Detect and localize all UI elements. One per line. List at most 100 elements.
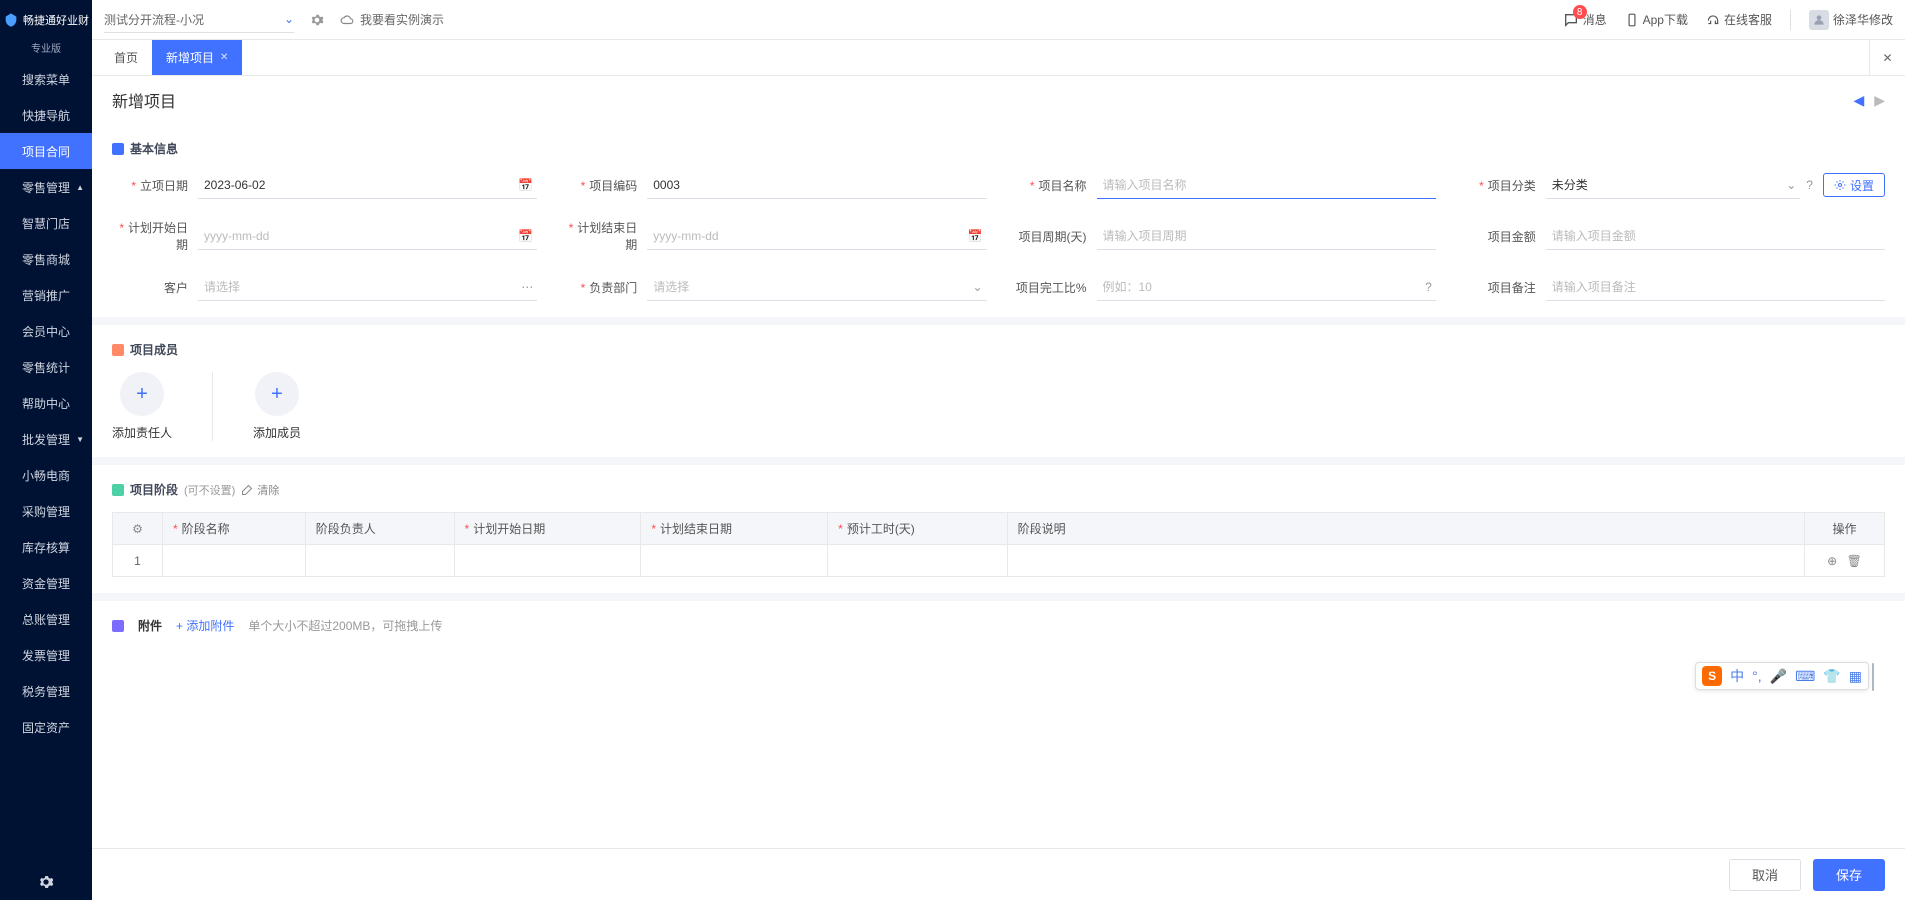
mobile-icon (1625, 13, 1639, 27)
account-selector[interactable]: 测试分开流程-小况 ⌄ (104, 7, 294, 33)
label-category: 项目分类 (1460, 177, 1546, 194)
tab-home[interactable]: 首页 (100, 40, 152, 75)
service-button[interactable]: 在线客服 (1706, 11, 1772, 28)
category-config-button[interactable]: 设置 (1823, 173, 1885, 197)
help-icon[interactable]: ? (1425, 280, 1432, 294)
add-attachment-button[interactable]: + 添加附件 (176, 617, 234, 634)
sidebar-item-asset[interactable]: 固定资产 (0, 709, 92, 745)
calendar-icon[interactable]: 📅 (968, 229, 983, 243)
input-date[interactable] (198, 171, 537, 199)
calendar-icon[interactable]: 📅 (518, 178, 533, 192)
sidebar-item-retail-stats[interactable]: 零售统计 (0, 349, 92, 385)
sidebar-item-retail[interactable]: 零售管理▲ (0, 169, 92, 205)
input-name[interactable] (1097, 171, 1436, 199)
sidebar-item-wholesale[interactable]: 批发管理▼ (0, 421, 92, 457)
next-record-button[interactable]: ▶ (1874, 92, 1885, 109)
section-stage: 项目阶段 (可不设置) 清除 ⚙ 阶段名称 阶段负责人 计划开始日期 (92, 457, 1905, 593)
gear-icon[interactable]: ⚙ (132, 522, 143, 536)
sidebar-item-marketing[interactable]: 营销推广 (0, 277, 92, 313)
sidebar-item-purchase[interactable]: 采购管理 (0, 493, 92, 529)
sidebar-item-tax[interactable]: 税务管理 (0, 673, 92, 709)
clear-stages-button[interactable]: 清除 (241, 482, 279, 498)
input-start[interactable] (198, 222, 537, 250)
page-header: 新增项目 ◀ ▶ (92, 76, 1905, 124)
demo-link[interactable]: 我要看实例演示 (340, 11, 444, 28)
section-icon (112, 344, 124, 356)
tab-new-project[interactable]: 新增项目 ✕ (152, 40, 242, 75)
gear-icon (38, 874, 54, 890)
msg-badge: 8 (1573, 5, 1587, 19)
ime-drag-handle[interactable] (1872, 663, 1874, 691)
ime-keyboard-icon[interactable]: ⌨ (1795, 668, 1815, 685)
avatar-icon (1809, 10, 1829, 30)
input-dept[interactable] (647, 273, 986, 301)
add-member-button[interactable]: + (255, 372, 299, 416)
sidebar-item-ecommerce[interactable]: 小畅电商 (0, 457, 92, 493)
sidebar-item-inventory[interactable]: 库存核算 (0, 529, 92, 565)
label-period: 项目周期(天) (1011, 228, 1097, 245)
sidebar-item-invoice[interactable]: 发票管理 (0, 637, 92, 673)
label-amount: 项目金额 (1460, 228, 1546, 245)
form-footer: 取消 保存 (92, 848, 1905, 900)
add-owner: + 添加责任人 (112, 372, 172, 441)
row-add-icon[interactable]: ⊕ (1827, 554, 1837, 568)
input-pct[interactable] (1097, 273, 1436, 301)
cloud-icon (340, 13, 354, 27)
ime-toolbar[interactable]: S 中 °, 🎤 ⌨ 👕 ▦ (1695, 662, 1869, 690)
ime-lang[interactable]: 中 (1730, 666, 1744, 686)
label-start: 计划开始日期 (112, 219, 198, 253)
brand-edition: 专业版 (0, 40, 92, 61)
section-members: 项目成员 + 添加责任人 + 添加成员 (92, 317, 1905, 457)
account-name: 测试分开流程-小况 (104, 11, 204, 28)
user-menu[interactable]: 徐泽华修改 (1809, 10, 1893, 30)
sidebar-settings[interactable] (0, 864, 92, 900)
input-code[interactable] (647, 171, 986, 199)
row-delete-icon[interactable]: 🗑 (1847, 554, 1862, 568)
sidebar-item-quicknav[interactable]: 快捷导航 (0, 97, 92, 133)
label-pct: 项目完工比% (1011, 279, 1097, 296)
chevron-down-icon[interactable]: ⌄ (972, 280, 982, 294)
sidebar-item-search[interactable]: 搜索菜单 (0, 61, 92, 97)
chevron-down-icon: ⌄ (284, 12, 294, 26)
headset-icon (1706, 13, 1720, 27)
sidebar-item-help[interactable]: 帮助中心 (0, 385, 92, 421)
help-icon[interactable]: ? (1806, 178, 1813, 192)
sidebar-item-fund[interactable]: 资金管理 (0, 565, 92, 601)
cancel-button[interactable]: 取消 (1729, 859, 1801, 891)
close-all-tabs[interactable]: ✕ (1869, 40, 1905, 75)
input-category[interactable] (1546, 171, 1801, 199)
sidebar-item-member[interactable]: 会员中心 (0, 313, 92, 349)
label-remark: 项目备注 (1460, 279, 1546, 296)
ime-voice-icon[interactable]: 🎤 (1770, 668, 1787, 685)
ime-skin-icon[interactable]: 👕 (1823, 668, 1840, 685)
app-download-button[interactable]: App下载 (1625, 11, 1688, 28)
table-row[interactable]: 1 ⊕ 🗑 (113, 545, 1885, 577)
messages-button[interactable]: 8 消息 (1563, 11, 1607, 28)
sidebar-item-retail-mall[interactable]: 零售商城 (0, 241, 92, 277)
eraser-icon (241, 484, 253, 496)
prev-record-button[interactable]: ◀ (1853, 92, 1864, 109)
input-end[interactable] (647, 222, 986, 250)
sidebar: 畅捷通好业财 专业版 搜索菜单 快捷导航 项目合同 零售管理▲ 智慧门店 零售商… (0, 0, 92, 900)
sidebar-item-smart-store[interactable]: 智慧门店 (0, 205, 92, 241)
input-period[interactable] (1097, 222, 1436, 250)
save-button[interactable]: 保存 (1813, 859, 1885, 891)
close-icon[interactable]: ✕ (220, 52, 228, 63)
tab-bar: 首页 新增项目 ✕ ✕ (92, 40, 1905, 76)
stage-table: ⚙ 阶段名称 阶段负责人 计划开始日期 计划结束日期 预计工时(天) 阶段说明 … (112, 512, 1885, 577)
add-owner-button[interactable]: + (120, 372, 164, 416)
calendar-icon[interactable]: 📅 (518, 229, 533, 243)
section-icon (112, 484, 124, 496)
ime-punct-icon[interactable]: °, (1752, 668, 1762, 684)
more-icon[interactable]: ⋯ (521, 280, 533, 294)
input-customer[interactable] (198, 273, 537, 301)
sidebar-item-ledger[interactable]: 总账管理 (0, 601, 92, 637)
form-body: 基本信息 立项日期 📅 项目编码 (92, 124, 1905, 900)
page-title: 新增项目 (112, 88, 176, 112)
chevron-down-icon[interactable]: ⌄ (1786, 178, 1796, 192)
sidebar-item-project-contract[interactable]: 项目合同 (0, 133, 92, 169)
input-remark[interactable] (1546, 273, 1885, 301)
input-amount[interactable] (1546, 222, 1885, 250)
account-settings-icon[interactable] (310, 13, 324, 27)
ime-menu-icon[interactable]: ▦ (1849, 668, 1862, 685)
